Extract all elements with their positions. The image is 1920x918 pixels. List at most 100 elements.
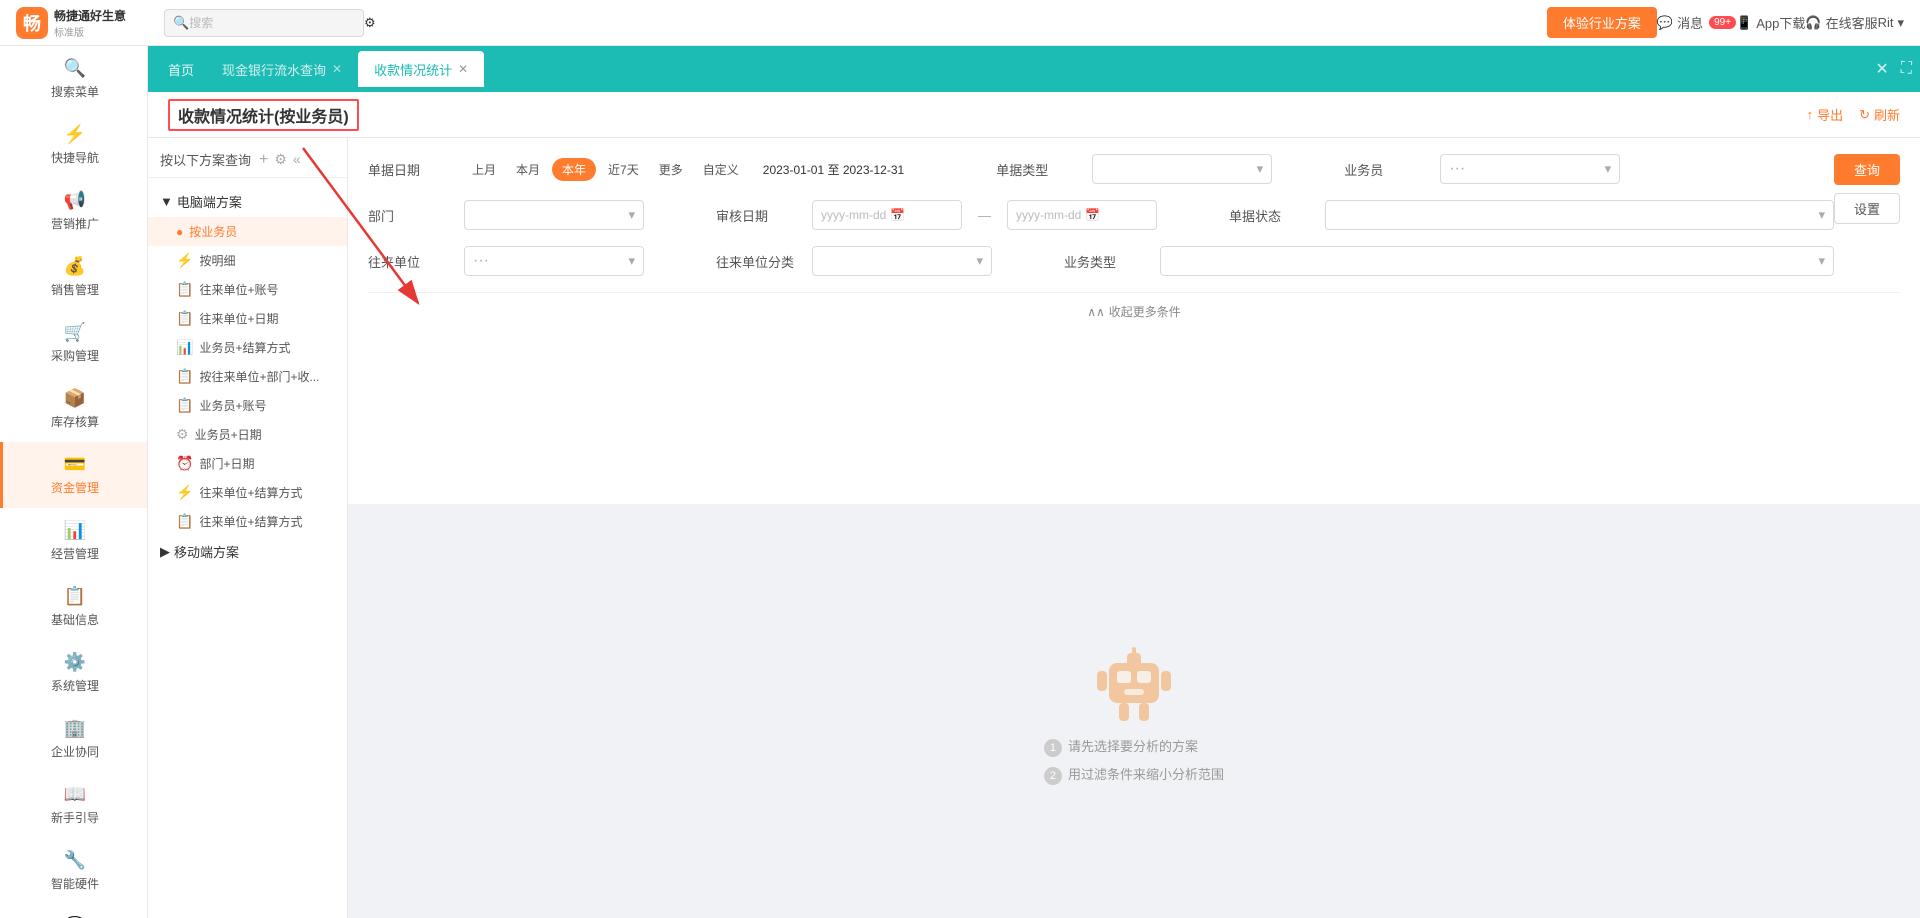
chevron-down-business-icon: ▾ xyxy=(1818,253,1825,269)
scheme-item-partner-date[interactable]: 📋 往来单位+日期 xyxy=(148,304,347,333)
header-search[interactable]: 🔍 搜索 xyxy=(164,9,364,37)
user-avatar[interactable]: Rit ▾ xyxy=(1878,15,1904,31)
refresh-button[interactable]: ↻ 刷新 xyxy=(1859,105,1900,124)
review-date-start[interactable]: yyyy-mm-dd 📅 xyxy=(812,200,962,230)
logo-area: 畅 畅捷通好生意 标准版 xyxy=(16,7,164,39)
query-button[interactable]: 查询 xyxy=(1834,154,1900,185)
chevron-down-icon: ▾ xyxy=(1257,161,1264,177)
settings-button[interactable]: 设置 xyxy=(1834,193,1900,224)
date-tab-7days[interactable]: 近7天 xyxy=(600,158,647,181)
sidebar-item-quicknav[interactable]: ⚡ 快捷导航 xyxy=(0,112,147,178)
scheme-item-label: 往来单位+结算方式 xyxy=(199,513,302,530)
date-filter-label: 单据日期 xyxy=(368,160,448,179)
empty-tip-1: 请先选择要分析的方案 xyxy=(1044,733,1224,761)
scheme-item-detail[interactable]: ⚡ 按明细 xyxy=(148,246,347,275)
refresh-icon: ↻ xyxy=(1859,107,1870,123)
export-button[interactable]: ↑ 导出 xyxy=(1807,105,1844,124)
sidebar-item-guide[interactable]: 📖 新手引导 xyxy=(0,772,147,838)
scheme-item-partner-dept[interactable]: 📋 按往来单位+部门+收... xyxy=(148,362,347,391)
scheme-collapse-icon[interactable]: « xyxy=(293,151,301,169)
messages-item[interactable]: 💬 消息 99+ xyxy=(1657,13,1736,32)
sales-icon: 💰 xyxy=(64,256,86,277)
scheme-item-partner-account[interactable]: 📋 往来单位+账号 xyxy=(148,275,347,304)
partner-account-icon: 📋 xyxy=(176,281,193,298)
messages-badge: 99+ xyxy=(1709,16,1736,29)
tab-receivable-stats-close[interactable]: ✕ xyxy=(458,62,468,76)
tab-cash-flow[interactable]: 现金银行流水查询 ✕ xyxy=(206,51,358,87)
counterpart-filter-label: 往来单位 xyxy=(368,252,448,271)
page-header: 收款情况统计(按业务员) ↑ 导出 ↻ 刷新 xyxy=(148,92,1920,138)
sidebar-item-hardware[interactable]: 🔧 智能硬件 xyxy=(0,838,147,904)
message-icon: 💬 xyxy=(1657,15,1673,31)
filter-rows-area: 单据日期 上月 本月 本年 近7天 更多 自定义 2023-01-01 至 20… xyxy=(368,154,1834,292)
scheme-item-partner-settle1[interactable]: ⚡ 往来单位+结算方式 xyxy=(148,478,347,507)
counterpart-category-select[interactable]: ▾ xyxy=(812,246,992,276)
close-all-icon[interactable]: ✕ xyxy=(1875,59,1888,79)
sidebar-item-purchase[interactable]: 🛒 采购管理 xyxy=(0,310,147,376)
sidebar-item-label: 搜索菜单 xyxy=(51,83,99,100)
tree-group-mobile-label[interactable]: ▶ 移动端方案 xyxy=(148,536,347,567)
header-gear[interactable]: ⚙ xyxy=(364,15,384,31)
sidebar-item-search[interactable]: 🔍 搜索菜单 xyxy=(0,46,147,112)
scheme-item-salesman-account[interactable]: 📋 业务员+账号 xyxy=(148,391,347,420)
review-date-end[interactable]: yyyy-mm-dd 📅 xyxy=(1007,200,1157,230)
dept-select[interactable]: ▾ xyxy=(464,200,644,230)
voucher-status-select[interactable]: ▾ xyxy=(1325,200,1834,230)
scheme-tree: ▼ 电脑端方案 ● 按业务员 ⚡ 按明细 📋 xyxy=(148,178,347,575)
right-area: 单据日期 上月 本月 本年 近7天 更多 自定义 2023-01-01 至 20… xyxy=(348,138,1920,918)
page-actions: ↑ 导出 ↻ 刷新 xyxy=(1807,105,1900,124)
scheme-item-salesman-settle[interactable]: 📊 业务员+结算方式 xyxy=(148,333,347,362)
sidebar-item-system[interactable]: ⚙️ 系统管理 xyxy=(0,640,147,706)
sidebar-item-basic[interactable]: 📋 基础信息 xyxy=(0,574,147,640)
tab-home[interactable]: 首页 xyxy=(156,60,206,79)
messages-label: 消息 xyxy=(1677,13,1703,32)
filter-panel: 单据日期 上月 本月 本年 近7天 更多 自定义 2023-01-01 至 20… xyxy=(348,138,1920,504)
maximize-icon[interactable]: ⛶ xyxy=(1901,60,1912,78)
sidebar-item-marketing[interactable]: 📢 营销推广 xyxy=(0,178,147,244)
scheme-header-text: 按以下方案查询 xyxy=(160,150,251,169)
date-tab-this-month[interactable]: 本月 xyxy=(508,158,548,181)
sidebar-item-operations[interactable]: 📊 经营管理 xyxy=(0,508,147,574)
guide-icon: 📖 xyxy=(64,784,86,805)
scheme-item-label: 按明细 xyxy=(199,252,235,269)
partner-date-icon: 📋 xyxy=(176,310,193,327)
counterpart-select[interactable]: ··· ▾ xyxy=(464,246,644,276)
date-tab-last-month[interactable]: 上月 xyxy=(464,158,504,181)
voucher-type-select[interactable]: ▾ xyxy=(1092,154,1272,184)
partner-settle1-icon: ⚡ xyxy=(176,484,193,501)
scheme-item-salesman-date[interactable]: ⚙ 业务员+日期 xyxy=(148,420,347,449)
scheme-item-partner-settle2[interactable]: 📋 往来单位+结算方式 xyxy=(148,507,347,536)
salesman-select[interactable]: ··· ▾ xyxy=(1440,154,1620,184)
calendar-icon: 📅 xyxy=(890,208,905,222)
online-service-item[interactable]: 🎧 在线客服 xyxy=(1805,13,1877,32)
filter-row-3: 往来单位 ··· ▾ 往来单位分类 ▾ xyxy=(368,246,1834,276)
sidebar-item-sales[interactable]: 💰 销售管理 xyxy=(0,244,147,310)
date-tab-custom[interactable]: 自定义 xyxy=(695,158,747,181)
purchase-icon: 🛒 xyxy=(64,322,86,343)
dept-date-icon: ⏰ xyxy=(176,455,193,472)
trial-button[interactable]: 体验行业方案 xyxy=(1547,7,1657,38)
tree-group-mobile: ▶ 移动端方案 xyxy=(148,536,347,567)
tab-cash-flow-close[interactable]: ✕ xyxy=(332,62,342,76)
tree-mobile-expand-icon: ▶ xyxy=(160,544,170,560)
tree-group-desktop-label[interactable]: ▼ 电脑端方案 xyxy=(148,186,347,217)
scheme-item-label: 按往来单位+部门+收... xyxy=(199,368,319,385)
add-scheme-button[interactable]: + xyxy=(259,151,268,169)
scheme-item-dept-date[interactable]: ⏰ 部门+日期 xyxy=(148,449,347,478)
date-tab-this-year[interactable]: 本年 xyxy=(552,158,596,181)
dots-counterpart-icon: ··· xyxy=(473,252,489,270)
app-download-item[interactable]: 📱 App下载 xyxy=(1736,13,1805,32)
sidebar-item-label: 资金管理 xyxy=(51,479,99,496)
date-tab-more[interactable]: 更多 xyxy=(651,158,691,181)
sidebar-item-funds[interactable]: 💳 资金管理 xyxy=(0,442,147,508)
tab-receivable-stats[interactable]: 收款情况统计 ✕ xyxy=(358,51,484,87)
sidebar-item-enterprise[interactable]: 🏢 企业协同 xyxy=(0,706,147,772)
sidebar-item-wechat[interactable]: 💬 企业微信 xyxy=(0,904,147,918)
scheme-item-by-salesman[interactable]: ● 按业务员 xyxy=(148,217,347,246)
sidebar-item-inventory[interactable]: 📦 库存核算 xyxy=(0,376,147,442)
export-label: 导出 xyxy=(1817,105,1843,124)
business-type-select[interactable]: ▾ xyxy=(1160,246,1834,276)
tab-right-controls: ✕ ⛶ xyxy=(1875,59,1912,79)
collapse-bar[interactable]: ∧∧ 收起更多条件 xyxy=(368,292,1900,330)
scheme-settings-icon[interactable]: ⚙ xyxy=(274,151,287,169)
